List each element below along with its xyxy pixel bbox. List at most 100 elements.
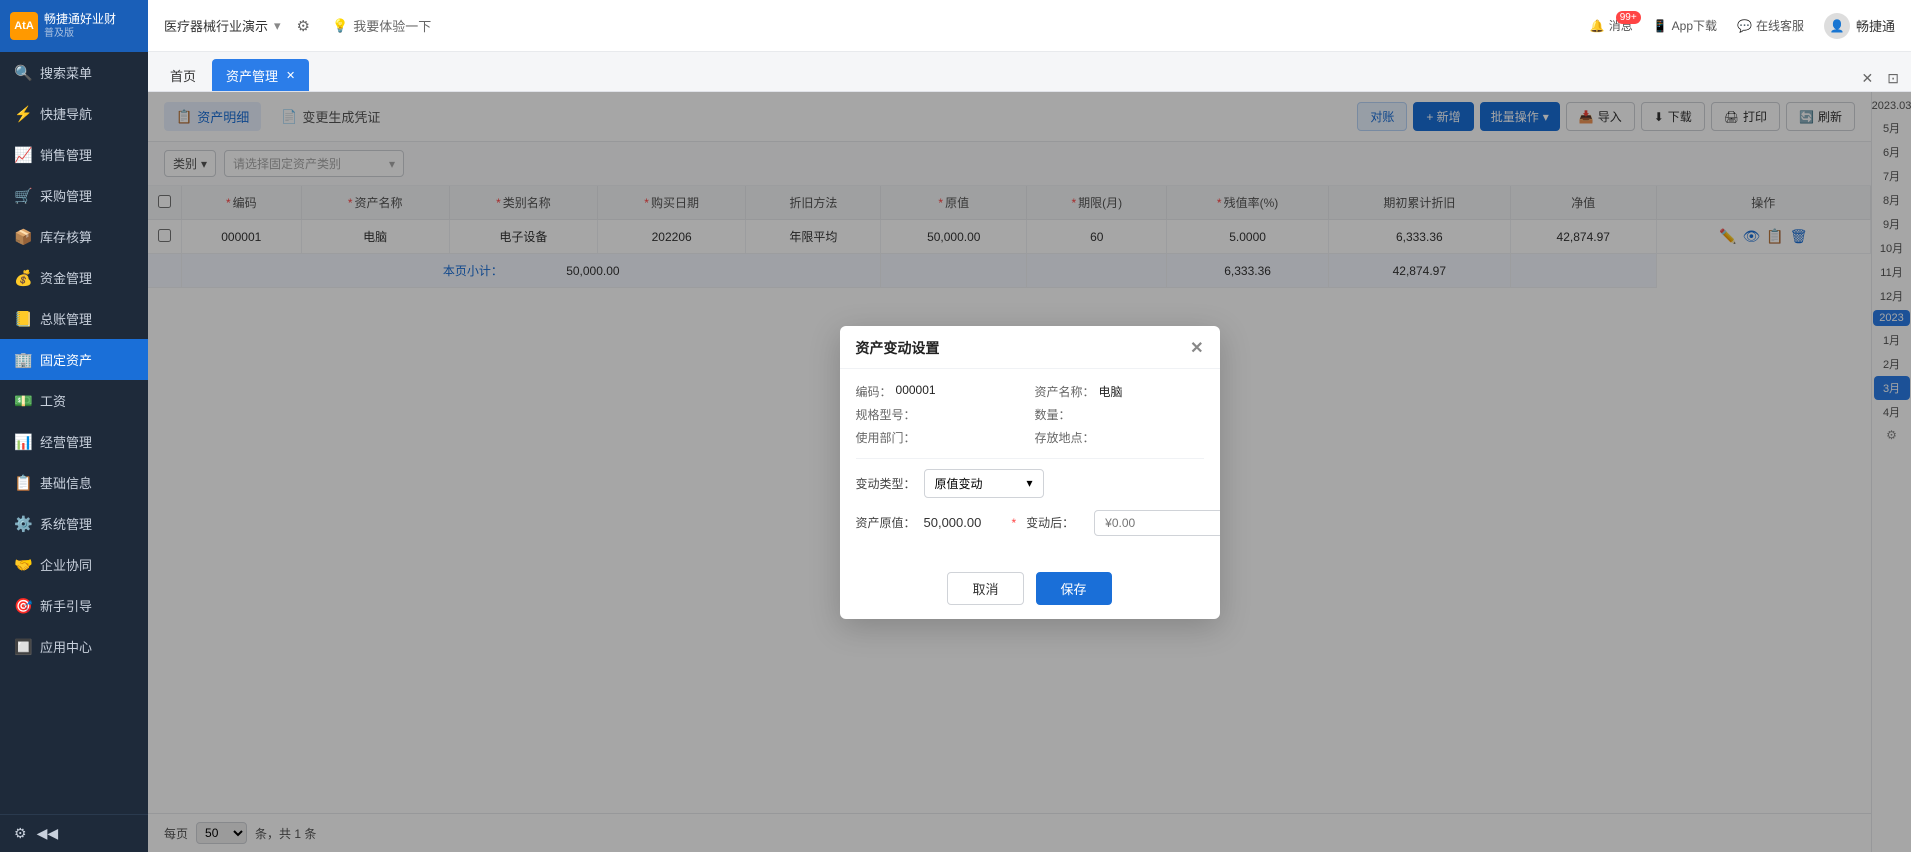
download-icon: 📱 <box>1653 19 1668 33</box>
sidebar-logo: AtA 畅捷通好业财 普及版 <box>0 0 148 52</box>
message-button[interactable]: 🔔 消息 99+ <box>1590 17 1633 34</box>
sidebar-item-label: 采购管理 <box>40 186 92 205</box>
tab-home-label: 首页 <box>170 66 196 85</box>
qty-label: 数量： <box>1035 406 1071 423</box>
sidebar-item-label: 应用中心 <box>40 637 92 656</box>
username-label: 畅捷通 <box>1856 16 1895 35</box>
sidebar-item-collab[interactable]: 🤝 企业协同 <box>0 544 148 585</box>
sidebar-item-purchase[interactable]: 🛒 采购管理 <box>0 175 148 216</box>
save-button[interactable]: 保存 <box>1036 572 1112 605</box>
sidebar-item-label: 总账管理 <box>40 309 92 328</box>
info-asset-name: 资产名称： 电脑 <box>1035 383 1204 400</box>
service-label: 在线客服 <box>1756 17 1804 34</box>
tab-close-icon[interactable]: ✕ <box>286 69 295 82</box>
sidebar-item-label: 销售管理 <box>40 145 92 164</box>
change-type-value: 原值变动 <box>935 475 983 492</box>
info-dept: 使用部门： <box>856 429 1025 446</box>
sidebar-item-search[interactable]: 🔍 搜索菜单 <box>0 52 148 93</box>
sidebar-item-label: 快捷导航 <box>40 104 92 123</box>
change-type-label: 变动类型： <box>856 475 916 492</box>
sidebar-item-fixed-assets[interactable]: 🏢 固定资产 <box>0 339 148 380</box>
app-download-button[interactable]: 📱 App下载 <box>1653 17 1717 34</box>
asset-change-dialog: 资产变动设置 ✕ 编码： 000001 资产名称： 电脑 <box>840 326 1220 619</box>
sidebar-item-basic-info[interactable]: 📋 基础信息 <box>0 462 148 503</box>
dialog-footer: 取消 保存 <box>840 562 1220 619</box>
tip-text: 我要体验一下 <box>353 16 431 35</box>
service-icon: 💬 <box>1737 19 1752 33</box>
collab-icon: 🤝 <box>14 556 32 574</box>
system-icon: ⚙️ <box>14 515 32 533</box>
sidebar-item-label: 资金管理 <box>40 268 92 287</box>
tab-maximize-icon[interactable]: ⊡ <box>1883 66 1903 91</box>
online-service-button[interactable]: 💬 在线客服 <box>1737 17 1804 34</box>
dialog-info-grid: 编码： 000001 资产名称： 电脑 规格型号： 数量： <box>856 383 1204 446</box>
tab-home[interactable]: 首页 <box>156 59 210 91</box>
dialog-body: 编码： 000001 资产名称： 电脑 规格型号： 数量： <box>840 369 1220 562</box>
cancel-button[interactable]: 取消 <box>947 572 1023 605</box>
sidebar-item-quicknav[interactable]: ⚡ 快捷导航 <box>0 93 148 134</box>
dialog-header: 资产变动设置 ✕ <box>840 326 1220 369</box>
company-name: 医疗器械行业演示 <box>164 16 268 35</box>
app-name: 畅捷通好业财 <box>44 12 116 28</box>
asset-value-label: 资产原值： <box>856 514 916 531</box>
ledger-icon: 📒 <box>14 310 32 328</box>
change-type-field: 变动类型： 原值变动 ▾ <box>856 469 1204 498</box>
chevron-down-icon: ▾ <box>274 18 281 34</box>
collapse-button[interactable]: ◀◀ <box>37 825 59 842</box>
asset-name-value: 电脑 <box>1099 383 1123 400</box>
app-download-label: App下载 <box>1672 17 1717 34</box>
company-selector[interactable]: 医疗器械行业演示 ▾ <box>164 16 281 35</box>
sidebar-item-label: 企业协同 <box>40 555 92 574</box>
code-label: 编码： <box>856 383 892 400</box>
info-location: 存放地点： <box>1035 429 1204 446</box>
payroll-icon: 💵 <box>14 392 32 410</box>
required-star: * <box>1012 516 1017 530</box>
sidebar-item-guide[interactable]: 🎯 新手引导 <box>0 585 148 626</box>
tab-assets[interactable]: 资产管理 ✕ <box>212 59 309 91</box>
purchase-icon: 🛒 <box>14 187 32 205</box>
quicknav-icon: ⚡ <box>14 105 32 123</box>
settings-button[interactable]: ⚙ <box>14 825 27 842</box>
change-type-select[interactable]: 原值变动 ▾ <box>924 469 1044 498</box>
finance-icon: 💰 <box>14 269 32 287</box>
chevron-down-icon: ▾ <box>1026 476 1032 490</box>
dialog-close-button[interactable]: ✕ <box>1190 338 1203 358</box>
avatar: 👤 <box>1824 13 1850 39</box>
content-area: 📋 资产明细 📄 变更生成凭证 对账 + 新增 批量操作 <box>148 92 1911 852</box>
main-area: 医疗器械行业演示 ▾ ⚙ 💡 我要体验一下 🔔 消息 99+ 📱 App下载 💬… <box>148 0 1911 852</box>
user-menu[interactable]: 👤 畅捷通 <box>1824 13 1895 39</box>
sidebar-item-system[interactable]: ⚙️ 系统管理 <box>0 503 148 544</box>
sidebar-item-label: 固定资产 <box>40 350 92 369</box>
after-value-input[interactable] <box>1094 510 1219 536</box>
tip-icon: 💡 <box>332 18 348 34</box>
basic-info-icon: 📋 <box>14 474 32 492</box>
settings-icon[interactable]: ⚙ <box>297 17 310 35</box>
location-label: 存放地点： <box>1035 429 1095 446</box>
code-value: 000001 <box>896 383 936 400</box>
appstore-icon: 🔲 <box>14 638 32 656</box>
sidebar-item-inventory[interactable]: 📦 库存核算 <box>0 216 148 257</box>
tabbar-right: ✕ ⊡ <box>1858 66 1903 91</box>
sidebar-item-label: 搜索菜单 <box>40 63 92 82</box>
sidebar-item-ledger[interactable]: 📒 总账管理 <box>0 298 148 339</box>
info-qty: 数量： <box>1035 406 1204 423</box>
sidebar-footer: ⚙ ◀◀ <box>0 814 148 852</box>
logo-text: 畅捷通好业财 普及版 <box>44 12 116 41</box>
sidebar-item-operations[interactable]: 📊 经营管理 <box>0 421 148 462</box>
info-code: 编码： 000001 <box>856 383 1025 400</box>
sidebar-item-payroll[interactable]: 💵 工资 <box>0 380 148 421</box>
guide-icon: 🎯 <box>14 597 32 615</box>
dialog-title: 资产变动设置 <box>856 338 940 358</box>
sidebar-item-appstore[interactable]: 🔲 应用中心 <box>0 626 148 667</box>
app-edition: 普及版 <box>44 27 116 40</box>
asset-name-label: 资产名称： <box>1035 383 1095 400</box>
sidebar-item-label: 系统管理 <box>40 514 92 533</box>
tab-close-window-icon[interactable]: ✕ <box>1858 66 1878 91</box>
logo-abbr-text: AtA <box>14 20 34 32</box>
sidebar-item-sales[interactable]: 📈 销售管理 <box>0 134 148 175</box>
asset-value-field: 资产原值： 50,000.00 * 变动后： <box>856 510 1204 536</box>
logo-icon: AtA <box>10 12 38 40</box>
operations-icon: 📊 <box>14 433 32 451</box>
asset-value-display: 50,000.00 <box>924 515 1004 530</box>
sidebar-item-finance[interactable]: 💰 资金管理 <box>0 257 148 298</box>
